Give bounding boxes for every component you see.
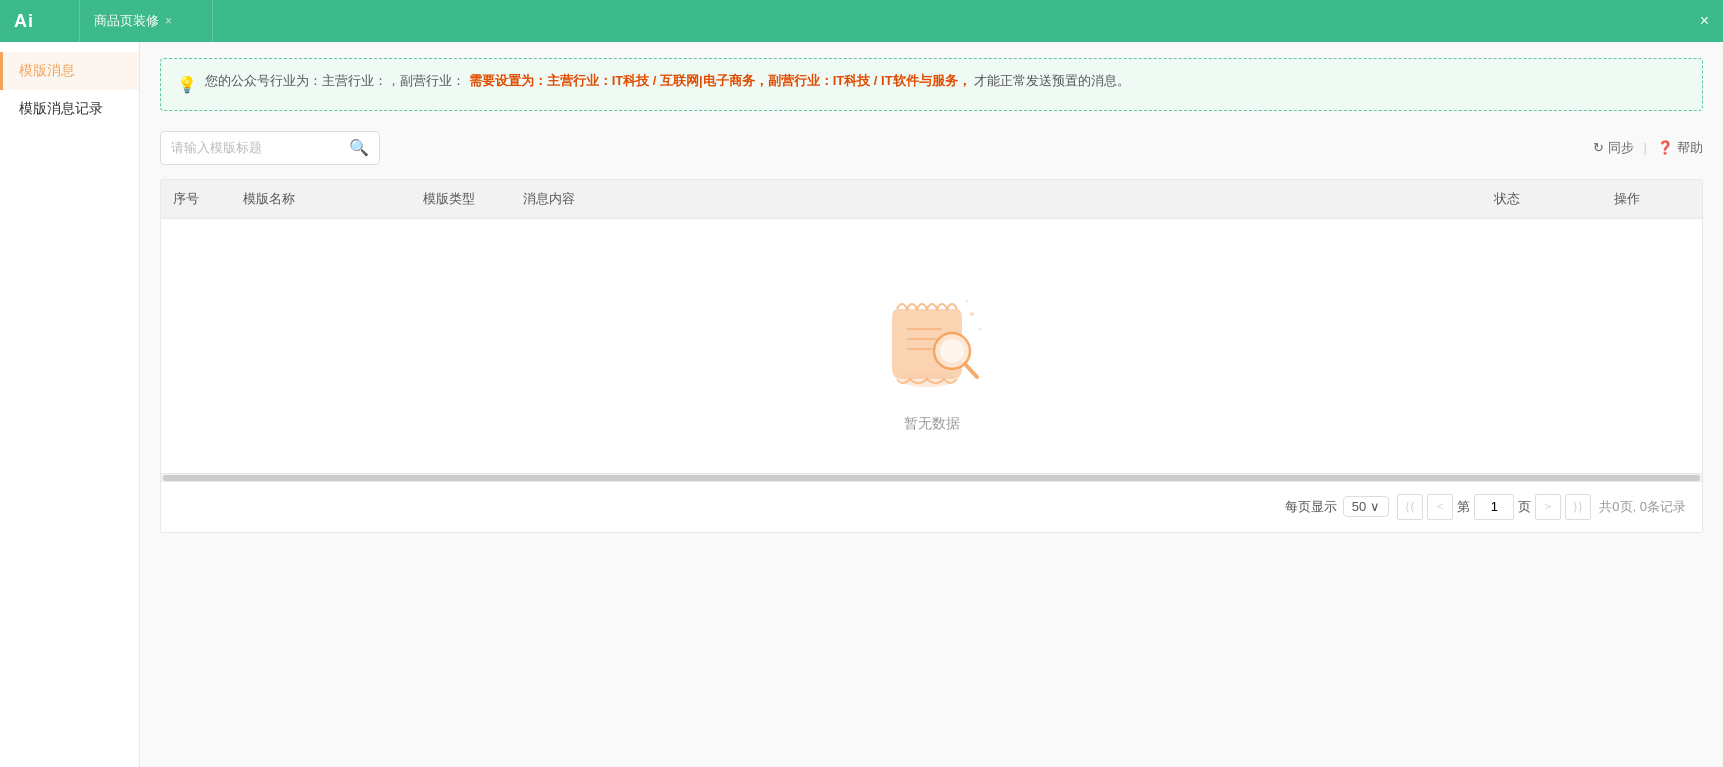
nav-tabs: 首页微商城店铺设置×商品分类设置×首页装修×商品页装修×店铺主题×开通公众号商城… — [80, 0, 213, 42]
sidebar-item-template-msg-records[interactable]: 模版消息记录 — [0, 90, 139, 128]
page-size-select: 每页显示 50 ∨ — [1285, 496, 1389, 517]
notice-icon: 💡 — [177, 72, 197, 98]
svg-point-5 — [940, 339, 964, 363]
help-icon: ❓ — [1657, 140, 1673, 155]
data-table: 序号 模版名称 模版类型 消息内容 状态 操作 — [161, 180, 1702, 219]
th-seq: 序号 — [161, 180, 231, 219]
sidebar-items: 模版消息模版消息记录 — [0, 52, 139, 128]
toolbar-right: ↻ 同步 | ❓ 帮助 — [1593, 139, 1703, 157]
nav-tab-product-decor[interactable]: 商品页装修× — [80, 0, 213, 42]
close-all-button[interactable]: × — [1686, 0, 1723, 42]
page-nav: ⟨⟨ ＜ 第 页 ＞ ⟩⟩ — [1397, 494, 1591, 520]
scroll-indicator[interactable] — [161, 473, 1702, 481]
notice-suffix: 才能正常发送预置的消息。 — [974, 73, 1130, 88]
sync-icon: ↻ — [1593, 140, 1604, 155]
page-unit: 页 — [1518, 498, 1531, 516]
toolbar-divider: | — [1644, 140, 1647, 155]
page-label: 第 — [1457, 498, 1470, 516]
pagination: 每页显示 50 ∨ ⟨⟨ ＜ 第 页 ＞ ⟩⟩ 共0页, 0条记录 — [161, 481, 1702, 532]
svg-point-7 — [970, 312, 974, 316]
th-status: 状态 — [1482, 180, 1602, 219]
sidebar: 模版消息模版消息记录 — [0, 42, 140, 767]
search-input[interactable] — [171, 140, 349, 155]
total-info: 共0页, 0条记录 — [1599, 498, 1686, 516]
notice-text: 您的公众号行业为：主营行业：，副营行业： 需要设置为：主营行业：IT科技 / 互… — [205, 71, 1130, 92]
page-size-label: 每页显示 — [1285, 498, 1337, 516]
help-button[interactable]: ❓ 帮助 — [1657, 139, 1703, 157]
th-name: 模版名称 — [231, 180, 411, 219]
svg-line-6 — [965, 364, 977, 377]
th-action: 操作 — [1602, 180, 1702, 219]
notice-banner: 💡 您的公众号行业为：主营行业：，副营行业： 需要设置为：主营行业：IT科技 /… — [160, 58, 1703, 111]
logo-text: Ai — [14, 11, 34, 32]
page-size-dropdown[interactable]: 50 ∨ — [1343, 496, 1389, 517]
close-tab-product-decor[interactable]: × — [165, 14, 172, 28]
content-area: 💡 您的公众号行业为：主营行业：，副营行业： 需要设置为：主营行业：IT科技 /… — [140, 42, 1723, 767]
sync-button[interactable]: ↻ 同步 — [1593, 139, 1634, 157]
chevron-down-icon: ∨ — [1370, 499, 1380, 514]
sync-label: 同步 — [1608, 139, 1634, 157]
search-bar: 🔍 ↻ 同步 | ❓ 帮助 — [160, 131, 1703, 165]
page-input[interactable] — [1474, 494, 1514, 520]
notice-prefix: 您的公众号行业为：主营行业：，副营行业： — [205, 73, 465, 88]
top-nav: Ai 首页微商城店铺设置×商品分类设置×首页装修×商品页装修×店铺主题×开通公众… — [0, 0, 1723, 42]
scroll-thumb — [163, 475, 1700, 481]
help-label: 帮助 — [1677, 139, 1703, 157]
th-content: 消息内容 — [511, 180, 1482, 219]
th-type: 模版类型 — [411, 180, 511, 219]
empty-text: 暂无数据 — [904, 415, 960, 433]
empty-state: 暂无数据 — [161, 219, 1702, 473]
prev-page-button[interactable]: ＜ — [1427, 494, 1453, 520]
last-page-button[interactable]: ⟩⟩ — [1565, 494, 1591, 520]
table-header: 序号 模版名称 模版类型 消息内容 状态 操作 — [161, 180, 1702, 219]
page-size-value: 50 — [1352, 499, 1366, 514]
svg-point-9 — [965, 299, 968, 302]
app-logo: Ai — [0, 0, 80, 42]
next-page-button[interactable]: ＞ — [1535, 494, 1561, 520]
empty-illustration — [872, 279, 992, 399]
main-layout: 模版消息模版消息记录 💡 您的公众号行业为：主营行业：，副营行业： 需要设置为：… — [0, 42, 1723, 767]
search-input-wrap: 🔍 — [160, 131, 380, 165]
first-page-button[interactable]: ⟨⟨ — [1397, 494, 1423, 520]
data-table-wrap: 序号 模版名称 模版类型 消息内容 状态 操作 — [160, 179, 1703, 533]
search-button[interactable]: 🔍 — [349, 138, 369, 157]
svg-point-8 — [978, 327, 981, 330]
notice-highlight: 需要设置为：主营行业：IT科技 / 互联网|电子商务，副营行业：IT科技 / I… — [469, 73, 971, 88]
sidebar-item-template-msg[interactable]: 模版消息 — [0, 52, 139, 90]
